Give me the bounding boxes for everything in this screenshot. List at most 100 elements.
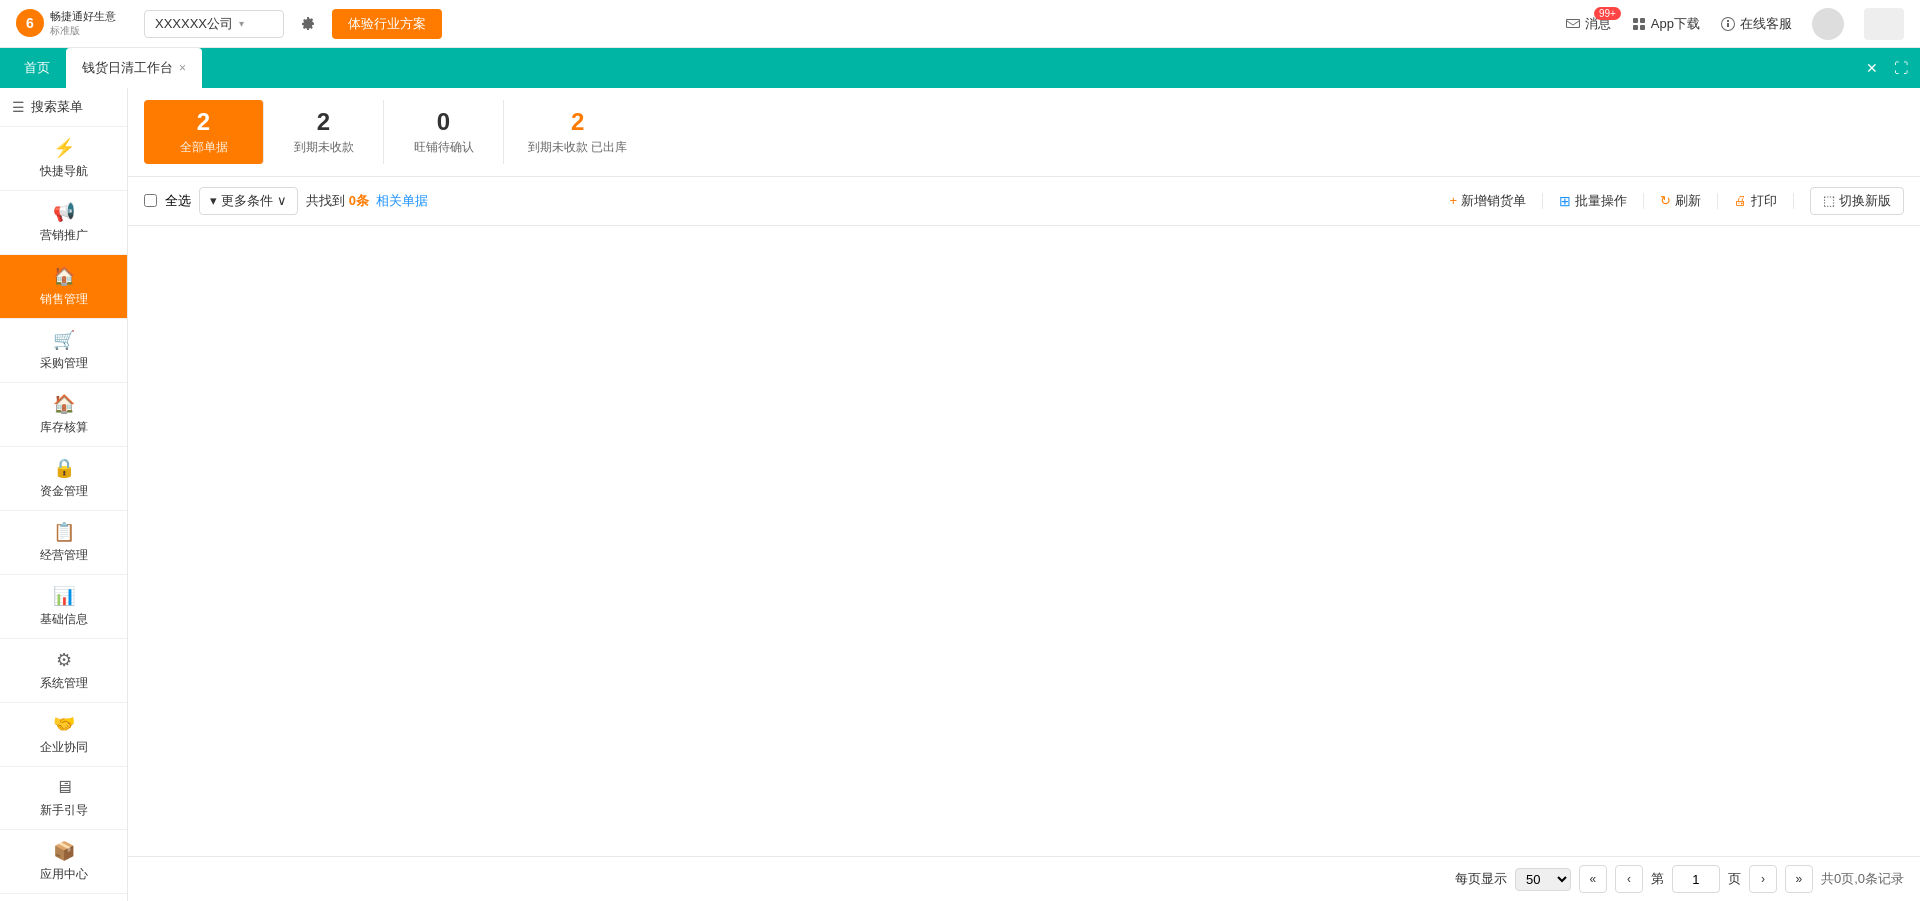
app-badge: 标准版	[50, 24, 116, 38]
toolbar-left: 全选 ▾ 更多条件 ∨ 共找到 0条 相关单据	[144, 187, 1441, 215]
svg-rect-2	[1633, 25, 1638, 30]
header-right: 消息 99+ App下载 在线客服	[1565, 8, 1904, 40]
nav-tabs: 首页 钱货日清工作台 × ✕ ⛶	[0, 48, 1920, 88]
chevron-down-icon: ▾	[239, 18, 244, 29]
all-count: 2	[197, 108, 210, 137]
app-center-icon: 📦	[53, 840, 75, 862]
sales-icon: 🏠	[53, 265, 75, 287]
page-suffix: 页	[1728, 870, 1741, 888]
sidebar-item-purchase[interactable]: 🛒 采购管理	[0, 319, 127, 383]
close-tab-icon[interactable]: ×	[179, 61, 186, 75]
refresh-icon: ↻	[1660, 193, 1671, 208]
overdue-unpaid-label: 到期未收款	[294, 139, 354, 156]
search-menu-label: 搜索菜单	[31, 98, 83, 116]
main-layout: ☰ 搜索菜单 ⚡ 快捷导航 📢 营销推广 🏠 销售管理 🛒 采购管理 🏠 库存核…	[0, 88, 1920, 901]
sidebar-item-system[interactable]: ⚙ 系统管理	[0, 639, 127, 703]
sidebar-item-marketing[interactable]: 📢 营销推广	[0, 191, 127, 255]
related-link[interactable]: 相关单据	[376, 193, 428, 208]
select-all-label: 全选	[165, 192, 191, 210]
sidebar-item-finance[interactable]: 🔒 资金管理	[0, 447, 127, 511]
search-icon: ☰	[12, 99, 25, 115]
summary-card-all[interactable]: 2 全部单据	[144, 100, 264, 164]
sidebar-item-enterprise-wechat[interactable]: 💬 企业微信	[0, 894, 127, 901]
message-button[interactable]: 消息 99+	[1565, 15, 1611, 33]
sidebar-search[interactable]: ☰ 搜索菜单	[0, 88, 127, 127]
summary-card-overdue-unpaid[interactable]: 2 到期未收款	[264, 100, 384, 164]
more-filter-button[interactable]: ▾ 更多条件 ∨	[199, 187, 298, 215]
content-area: 2 全部单据 2 到期未收款 0 旺铺待确认 2 到期未收款 已出库 全选	[128, 88, 1920, 901]
add-sale-button[interactable]: + 新增销货单	[1449, 192, 1526, 210]
settings-button[interactable]	[292, 8, 324, 40]
refresh-button[interactable]: ↻ 刷新	[1660, 192, 1701, 210]
divider-1	[1542, 193, 1543, 209]
wangpu-count: 0	[437, 108, 450, 137]
total-info: 共0页,0条记录	[1821, 870, 1904, 888]
first-page-button[interactable]: «	[1579, 865, 1607, 893]
tab-home[interactable]: 首页	[8, 48, 66, 88]
overdue-unout-label: 到期未收款 已出库	[528, 139, 627, 156]
filter-icon: ▾	[210, 193, 217, 208]
switch-icon: ⬚	[1823, 193, 1835, 208]
avatar[interactable]	[1812, 8, 1844, 40]
online-service-button[interactable]: 在线客服	[1720, 15, 1792, 33]
filter-chevron-icon: ∨	[277, 193, 287, 208]
sidebar-item-new-guide[interactable]: 🖥 新手引导	[0, 767, 127, 830]
switch-new-button[interactable]: ⬚ 切换新版	[1810, 187, 1904, 215]
toolbar-right: + 新增销货单 ⊞ 批量操作 ↻ 刷新 🖨 打印	[1449, 187, 1904, 215]
quick-nav-icon: ⚡	[53, 137, 75, 159]
summary-card-wangpu[interactable]: 0 旺铺待确认	[384, 100, 504, 164]
avatar-extra[interactable]	[1864, 8, 1904, 40]
page-number-input[interactable]	[1672, 865, 1720, 893]
select-all-checkbox[interactable]	[144, 194, 157, 207]
all-label: 全部单据	[180, 139, 228, 156]
divider-2	[1643, 193, 1644, 209]
purchase-icon: 🛒	[53, 329, 75, 351]
print-button[interactable]: 🖨 打印	[1734, 192, 1777, 210]
nav-tabs-right: ✕ ⛶	[1862, 56, 1912, 80]
top-header: 6 畅捷通好生意 标准版 XXXXXX公司 ▾ 体验行业方案 消息 99+ Ap…	[0, 0, 1920, 48]
batch-operation-button[interactable]: ⊞ 批量操作	[1559, 192, 1627, 210]
found-count: 0条	[349, 193, 369, 208]
print-icon: 🖨	[1734, 193, 1747, 208]
expand-window-icon[interactable]: ⛶	[1890, 56, 1912, 80]
overdue-unout-count: 2	[571, 108, 584, 137]
prev-page-button[interactable]: ‹	[1615, 865, 1643, 893]
enterprise-coop-icon: 🤝	[53, 713, 75, 735]
page-size-select[interactable]: 50 100 200	[1515, 868, 1571, 891]
marketing-icon: 📢	[53, 201, 75, 223]
sidebar-item-basic-info[interactable]: 📊 基础信息	[0, 575, 127, 639]
svg-rect-3	[1640, 25, 1645, 30]
summary-cards: 2 全部单据 2 到期未收款 0 旺铺待确认 2 到期未收款 已出库	[128, 88, 1920, 177]
plus-icon: +	[1449, 193, 1457, 208]
overdue-unpaid-count: 2	[317, 108, 330, 137]
svg-rect-0	[1633, 18, 1638, 23]
tab-active[interactable]: 钱货日清工作台 ×	[66, 48, 202, 88]
table-area	[128, 226, 1920, 856]
divider-3	[1717, 193, 1718, 209]
app-download-button[interactable]: App下载	[1631, 15, 1700, 33]
sidebar-item-inventory[interactable]: 🏠 库存核算	[0, 383, 127, 447]
sidebar-item-enterprise-coop[interactable]: 🤝 企业协同	[0, 703, 127, 767]
sidebar-item-quick-nav[interactable]: ⚡ 快捷导航	[0, 127, 127, 191]
logo-area: 6 畅捷通好生意 标准版	[16, 9, 144, 37]
new-guide-icon: 🖥	[55, 777, 73, 798]
system-icon: ⚙	[56, 649, 72, 671]
last-page-button[interactable]: »	[1785, 865, 1813, 893]
summary-card-overdue-unout[interactable]: 2 到期未收款 已出库	[504, 100, 651, 164]
sidebar-item-app-center[interactable]: 📦 应用中心	[0, 830, 127, 894]
message-badge: 99+	[1594, 7, 1621, 20]
toolbar: 全选 ▾ 更多条件 ∨ 共找到 0条 相关单据 + 新增销货单	[128, 177, 1920, 226]
operation-icon: 📋	[53, 521, 75, 543]
next-page-button[interactable]: ›	[1749, 865, 1777, 893]
trial-button[interactable]: 体验行业方案	[332, 9, 442, 39]
sidebar-item-operation[interactable]: 📋 经营管理	[0, 511, 127, 575]
wangpu-label: 旺铺待确认	[414, 139, 474, 156]
close-window-icon[interactable]: ✕	[1862, 56, 1882, 80]
sidebar: ☰ 搜索菜单 ⚡ 快捷导航 📢 营销推广 🏠 销售管理 🛒 采购管理 🏠 库存核…	[0, 88, 128, 901]
divider-4	[1793, 193, 1794, 209]
company-selector[interactable]: XXXXXX公司 ▾	[144, 10, 284, 38]
pagination-bar: 每页显示 50 100 200 « ‹ 第 页 › » 共0页,0条记录	[128, 856, 1920, 901]
sidebar-item-sales[interactable]: 🏠 销售管理	[0, 255, 127, 319]
app-name: 畅捷通好生意	[50, 9, 116, 23]
inventory-icon: 🏠	[53, 393, 75, 415]
